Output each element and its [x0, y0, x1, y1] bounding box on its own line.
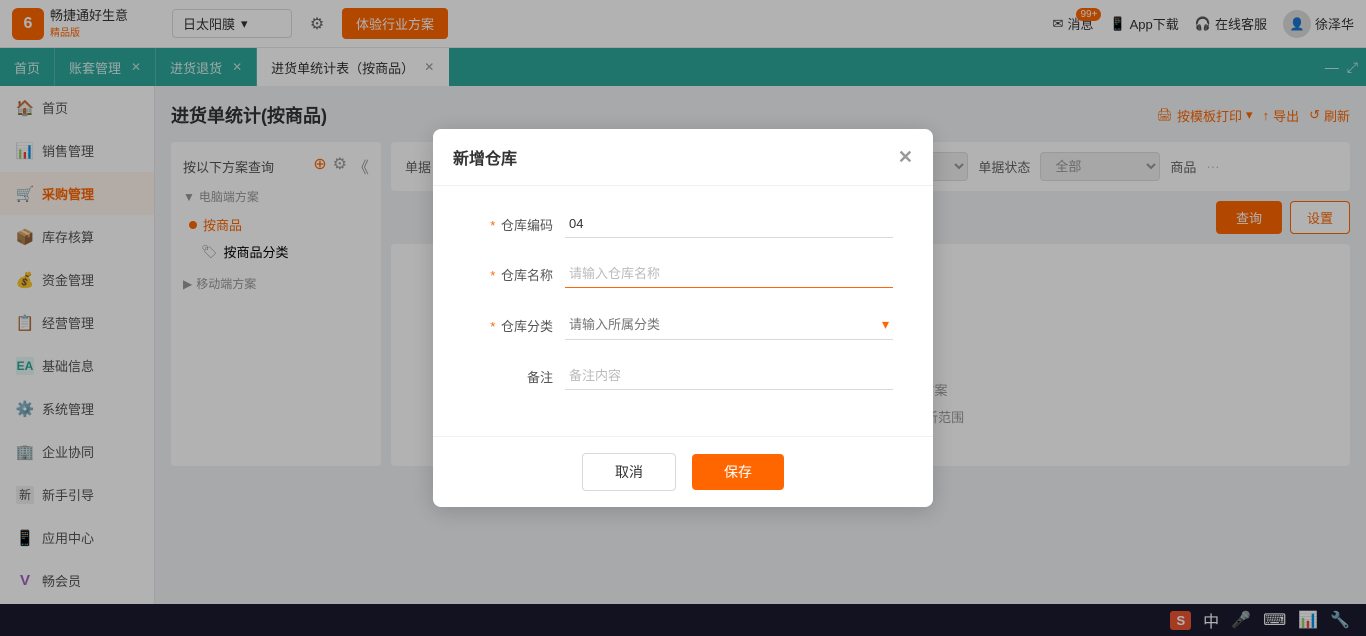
form-row-remark: 备注: [473, 362, 893, 390]
cancel-button[interactable]: 取消: [582, 453, 676, 491]
category-dropdown-arrow: ▾: [882, 316, 889, 333]
modal-footer: 取消 保存: [433, 436, 933, 507]
modal-close-button[interactable]: ✕: [898, 147, 913, 168]
form-row-name: * 仓库名称: [473, 260, 893, 288]
warehouse-code-input[interactable]: [565, 210, 893, 238]
required-star-code: *: [490, 218, 495, 233]
warehouse-name-input[interactable]: [565, 260, 893, 288]
form-row-code: * 仓库编码: [473, 210, 893, 238]
code-label: * 仓库编码: [473, 215, 553, 234]
new-warehouse-modal: 新增仓库 ✕ * 仓库编码 * 仓库名称: [433, 129, 933, 507]
modal-overlay: 新增仓库 ✕ * 仓库编码 * 仓库名称: [0, 0, 1366, 636]
remark-label: 备注: [473, 367, 553, 386]
category-label: * 仓库分类: [473, 316, 553, 335]
save-button[interactable]: 保存: [692, 454, 784, 490]
form-row-category: * 仓库分类 ▾: [473, 310, 893, 340]
category-select-row[interactable]: ▾: [565, 310, 893, 340]
name-label: * 仓库名称: [473, 265, 553, 284]
remark-input[interactable]: [565, 362, 893, 390]
required-star-name: *: [490, 268, 495, 283]
modal-title: 新增仓库: [453, 145, 517, 169]
category-select-input[interactable]: [569, 317, 882, 332]
required-star-category: *: [490, 319, 495, 334]
modal-body: * 仓库编码 * 仓库名称 * 仓库分类: [433, 186, 933, 436]
modal-header: 新增仓库 ✕: [433, 129, 933, 186]
